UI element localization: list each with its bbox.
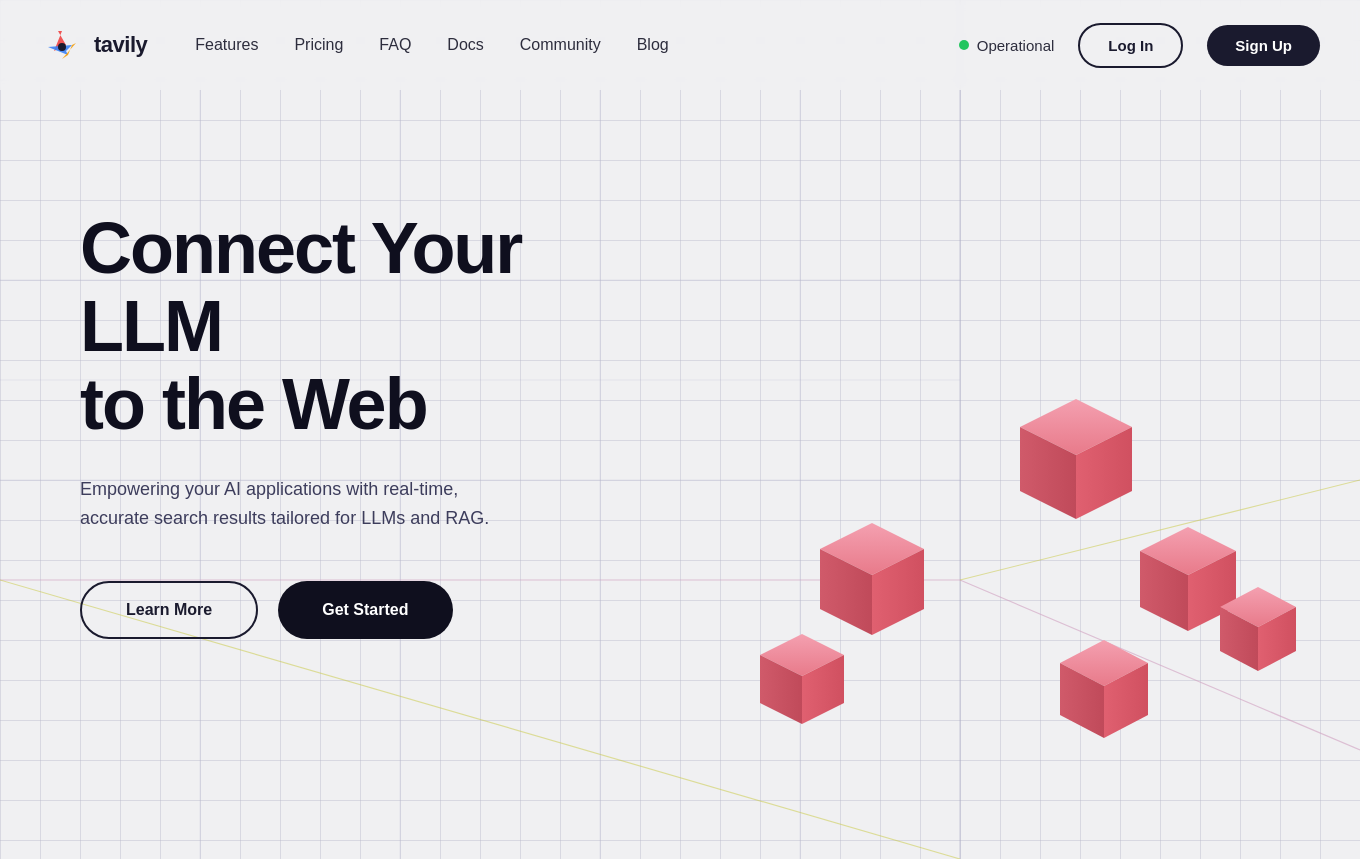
get-started-button[interactable]: Get Started [278,581,452,639]
nav-community[interactable]: Community [520,36,601,54]
navbar: tavily Features Pricing FAQ Docs Communi… [0,0,1360,90]
hero-section: Connect Your LLM to the Web Empowering y… [0,90,700,639]
nav-links: Features Pricing FAQ Docs Community Blog [195,36,668,54]
hero-subtitle: Empowering your AI applications with rea… [80,475,500,533]
svg-point-12 [58,43,66,51]
learn-more-button[interactable]: Learn More [80,581,258,639]
status-text: Operational [977,37,1055,54]
nav-blog[interactable]: Blog [637,36,669,54]
signup-button[interactable]: Sign Up [1207,25,1320,66]
hero-buttons: Learn More Get Started [80,581,620,639]
logo[interactable]: tavily [40,23,147,67]
nav-faq[interactable]: FAQ [379,36,411,54]
logo-icon [40,23,84,67]
nav-pricing[interactable]: Pricing [294,36,343,54]
nav-docs[interactable]: Docs [447,36,483,54]
status-dot [959,40,969,50]
nav-features[interactable]: Features [195,36,258,54]
nav-right: Operational Log In Sign Up [959,23,1320,68]
status-badge: Operational [959,37,1055,54]
hero-title-line2: to the Web [80,364,427,444]
hero-title-line1: Connect Your LLM [80,208,521,366]
nav-left: tavily Features Pricing FAQ Docs Communi… [40,23,669,67]
brand-name: tavily [94,32,147,58]
iso-blocks-scene [660,259,1360,859]
login-button[interactable]: Log In [1078,23,1183,68]
hero-title: Connect Your LLM to the Web [80,210,620,443]
